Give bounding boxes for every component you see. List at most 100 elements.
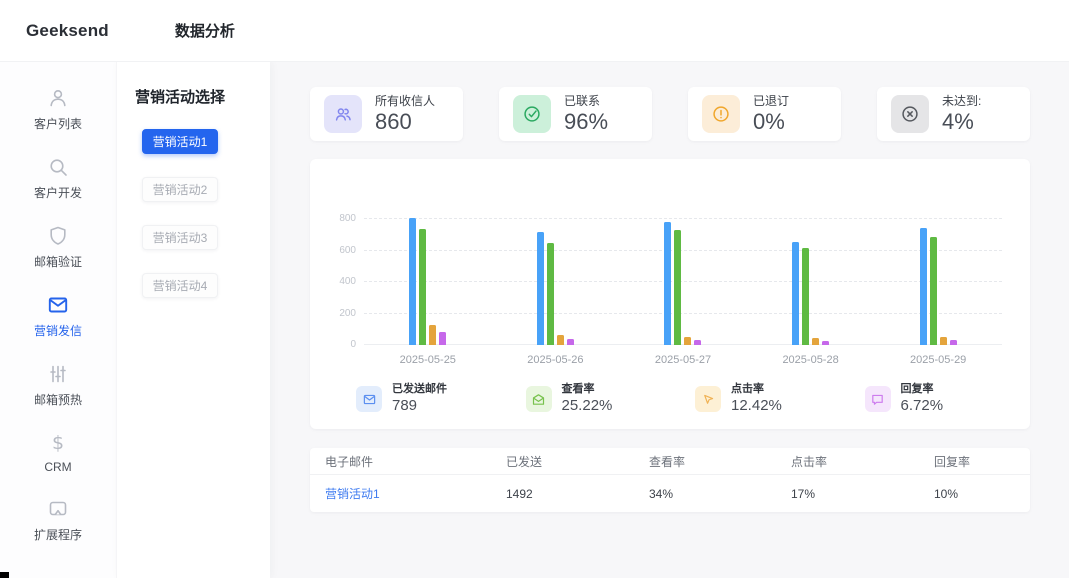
- metric-value: 6.72%: [900, 397, 944, 415]
- stat-value: 0%: [753, 108, 785, 134]
- stat-card-unsubscribed: 已退订 0%: [688, 87, 841, 141]
- check-circle-icon: [513, 95, 551, 133]
- bar-orange-series: [684, 337, 692, 345]
- metric-open-rate: 查看率 25.22%: [500, 383, 670, 415]
- bar-group-2025-05-27: 2025-05-27: [655, 195, 711, 371]
- bar-blue-series: [409, 217, 417, 345]
- metric-value: 25.22%: [561, 397, 613, 415]
- table-body: 营销活动1 1492 34% 17% 10%: [310, 475, 1030, 512]
- table-cell: 1492: [506, 486, 533, 501]
- bar-group-2025-05-29: 2025-05-29: [910, 195, 966, 371]
- metric-label: 回复率: [900, 383, 934, 395]
- metric-label: 已发送邮件: [392, 383, 447, 395]
- bar-blue-series: [919, 228, 927, 345]
- sidebar-item-email-verification[interactable]: 邮箱验证: [13, 224, 103, 270]
- table-header-cell: 回复率: [934, 454, 971, 469]
- bar-orange-series: [429, 324, 437, 345]
- bar-orange-series: [556, 335, 564, 345]
- svg-text:$: $: [52, 432, 64, 454]
- campaign-link[interactable]: 营销活动1: [325, 485, 506, 502]
- bar-group-2025-05-26: 2025-05-26: [527, 195, 584, 371]
- bar-purple-series: [439, 331, 447, 345]
- bar-group-2025-05-25: 2025-05-25: [400, 195, 456, 371]
- metric-label: 点击率: [731, 383, 764, 395]
- metric-sent: 已发送邮件 789: [330, 383, 500, 415]
- app-body: 客户列表 客户开发 邮箱验证 营销发信 邮箱预热 $ CRM 扩展程序 营销活动…: [0, 62, 1069, 578]
- table-header-cell: 电子邮件: [325, 454, 374, 469]
- shield-icon: [46, 224, 70, 248]
- page-title: 数据分析: [174, 23, 235, 40]
- stats-row: 所有收信人 860 已联系 96% 已退订 0% 未达到: 4%: [310, 87, 1030, 141]
- envelope-closed-icon: [356, 386, 382, 413]
- bar-group-2025-05-28: 2025-05-28: [782, 195, 839, 371]
- bar-chart: 0 200 400 600 800 2025-05-25 2025-05-26 2025-0…: [330, 195, 1008, 371]
- stat-card-recipients: 所有收信人 860: [310, 87, 463, 141]
- bar-purple-series: [949, 339, 957, 345]
- sidebar-item-label: 营销发信: [33, 324, 82, 338]
- metric-value: 789: [392, 397, 418, 415]
- y-tick-label: 0: [350, 339, 356, 350]
- x-circle-icon: [891, 95, 929, 133]
- stat-value: 96%: [564, 108, 609, 134]
- search-icon: [46, 155, 70, 179]
- envelope-open-icon: [525, 386, 552, 413]
- campaign-button-1[interactable]: 营销活动1: [142, 129, 218, 154]
- stat-label: 所有收信人: [375, 94, 436, 109]
- sidebar-item-label: 客户开发: [33, 186, 82, 200]
- envelope-icon: [46, 293, 70, 317]
- campaign-button-2[interactable]: 营销活动2: [142, 177, 218, 202]
- screenshot-corner-artifact: [0, 572, 9, 578]
- bar-blue-series: [792, 241, 800, 345]
- bar-green-series: [419, 228, 427, 345]
- chat-bubble-icon: [864, 386, 891, 413]
- sidebar-item-crm[interactable]: $ CRM: [13, 431, 103, 474]
- table-cell: 34%: [649, 486, 674, 501]
- metric-value: 12.42%: [731, 397, 782, 415]
- campaign-panel-title: 营销活动选择: [135, 89, 226, 106]
- sidebar-item-extensions[interactable]: 扩展程序: [13, 497, 103, 543]
- campaign-panel: 营销活动选择 营销活动1 营销活动2 营销活动3 营销活动4: [116, 62, 270, 578]
- campaign-table: 电子邮件 已发送 查看率 点击率 回复率 营销活动1 1492 34% 17% 10%: [310, 448, 1030, 512]
- bar-orange-series: [939, 336, 947, 345]
- stat-card-not-reached: 未达到: 4%: [877, 87, 1030, 141]
- metric-row: 已发送邮件 789 查看率 25.22% 点击率 12.42% 回复率 6.72…: [330, 383, 1008, 415]
- x-tick-label: 2025-05-27: [654, 354, 712, 366]
- x-tick-label: 2025-05-26: [527, 354, 584, 366]
- bar-green-series: [802, 247, 810, 345]
- sliders-icon: [46, 362, 70, 386]
- chart-plot: 2025-05-25 2025-05-26 2025-05-27 2025-05-28…: [364, 195, 1002, 371]
- campaign-button-4[interactable]: 营销活动4: [142, 273, 218, 298]
- sidebar-item-email-warmup[interactable]: 邮箱预热: [13, 362, 103, 408]
- stat-label: 已退订: [753, 94, 790, 109]
- stat-label: 未达到:: [942, 94, 982, 109]
- y-tick-label: 200: [339, 307, 356, 319]
- extension-icon: [46, 497, 70, 521]
- sidebar-item-customer-list[interactable]: 客户列表: [13, 86, 103, 132]
- sidebar-item-label: 邮箱预热: [33, 393, 82, 407]
- stat-value: 860: [375, 108, 412, 134]
- users-icon: [324, 95, 362, 133]
- y-tick-label: 800: [339, 213, 356, 224]
- sidebar-item-customer-development[interactable]: 客户开发: [13, 155, 103, 201]
- sidebar-item-label: 扩展程序: [33, 528, 82, 542]
- x-tick-label: 2025-05-28: [782, 354, 839, 366]
- table-cell: 10%: [934, 486, 959, 501]
- y-tick-label: 600: [339, 244, 356, 256]
- app-logo[interactable]: Geeksend: [26, 21, 109, 41]
- cursor-icon: [695, 386, 721, 413]
- campaign-button-3[interactable]: 营销活动3: [142, 225, 218, 250]
- x-tick-label: 2025-05-29: [910, 354, 967, 366]
- sidebar-item-label: 邮箱验证: [33, 255, 82, 269]
- stat-card-contacted: 已联系 96%: [499, 87, 652, 141]
- sidebar-item-label: CRM: [44, 460, 72, 474]
- bar-green-series: [929, 236, 937, 345]
- bar-green-series: [546, 242, 554, 345]
- bar-purple-series: [566, 338, 574, 345]
- bar-blue-series: [536, 232, 544, 345]
- metric-click-rate: 点击率 12.42%: [669, 383, 839, 415]
- sidebar-item-marketing-send[interactable]: 营销发信: [13, 293, 103, 339]
- table-header-cell: 查看率: [649, 454, 686, 469]
- icon-sidebar: 客户列表 客户开发 邮箱验证 营销发信 邮箱预热 $ CRM 扩展程序: [0, 62, 116, 578]
- table-row: 营销活动1 1492 34% 17% 10%: [310, 475, 1030, 512]
- metric-label: 查看率: [561, 383, 595, 395]
